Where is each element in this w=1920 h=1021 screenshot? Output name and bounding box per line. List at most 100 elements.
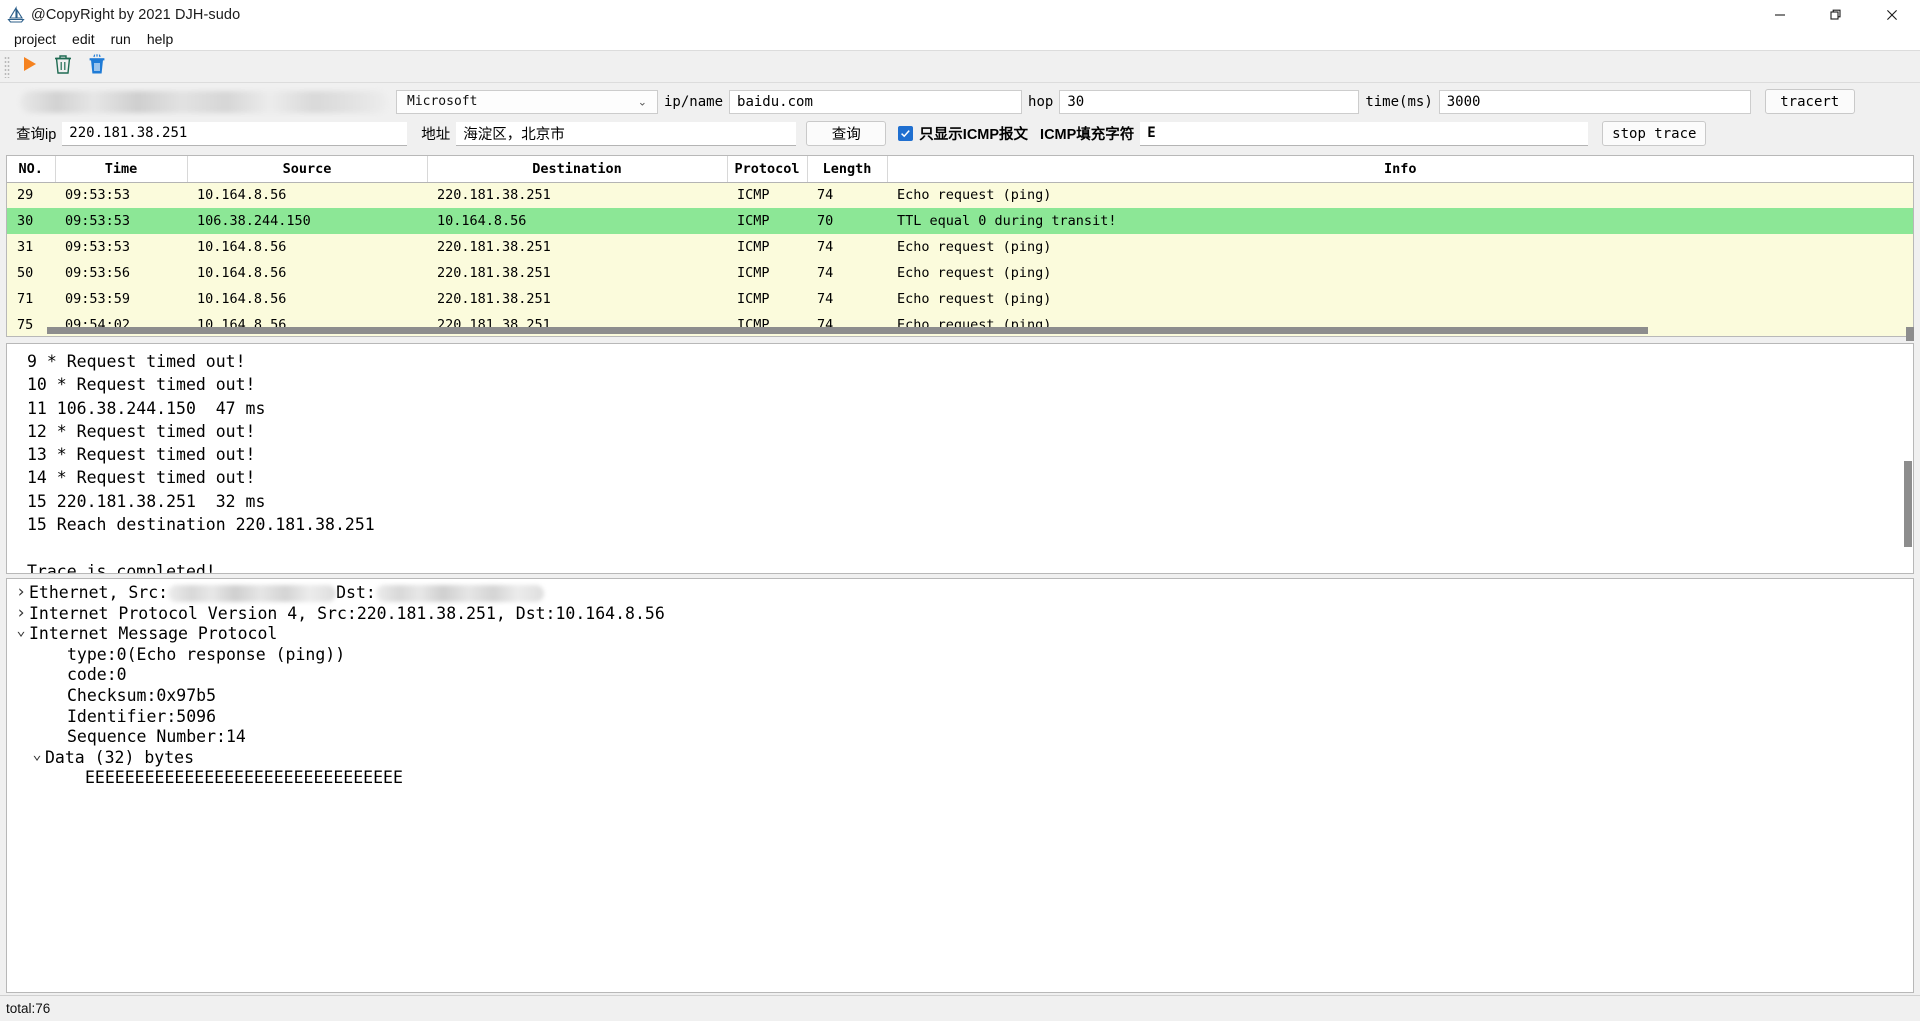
sailboat-icon	[7, 5, 25, 24]
menu-bar: project edit run help	[0, 29, 1920, 50]
protocol-tree-node-label: type:0(Echo response (ping))	[67, 644, 346, 664]
address-input[interactable]: 海淀区，北京市	[456, 121, 797, 146]
table-row[interactable]: 71 09:53:59 10.164.8.56 220.181.38.251 ICMP 7…	[7, 286, 1913, 312]
table-horizontal-scrollbar[interactable]	[47, 327, 1648, 334]
column-header-source[interactable]: Source	[187, 156, 428, 183]
protocol-tree-node[interactable]: Ethernet, Src: Dst:	[13, 583, 1913, 604]
protocol-tree-node[interactable]: code:0	[13, 665, 1913, 686]
cell-source: 106.38.244.150	[187, 208, 427, 234]
chevron-down-icon[interactable]	[29, 747, 45, 770]
window-controls	[1752, 0, 1920, 29]
stop-trace-button[interactable]: stop trace	[1602, 121, 1707, 146]
icmp-fill-input[interactable]: E	[1140, 121, 1589, 146]
checkbox-checked-icon	[898, 126, 914, 141]
table-row[interactable]: 30 09:53:53 106.38.244.150 10.164.8.56 ICMP 7…	[7, 208, 1913, 234]
cell-length: 74	[807, 234, 887, 260]
icmp-only-checkbox[interactable]: 只显示ICMP报文	[886, 123, 1028, 144]
protocol-tree-node[interactable]: Internet Message Protocol	[13, 624, 1913, 645]
column-header-destination[interactable]: Destination	[427, 156, 728, 183]
icmp-fill-label: ICMP填充字符	[1040, 127, 1135, 143]
protocol-tree-node[interactable]: EEEEEEEEEEEEEEEEEEEEEEEEEEEEEEEE	[13, 768, 1913, 789]
protocol-tree-node[interactable]: Data (32) bytes	[13, 748, 1913, 769]
trace-vertical-scrollbar[interactable]	[1904, 461, 1912, 547]
cell-destination: 220.181.38.251	[427, 182, 727, 208]
protocol-tree-node-label: Internet Message Protocol	[29, 624, 278, 644]
protocol-tree-node-label: Data (32) bytes	[45, 747, 195, 767]
form-row-tracert: Microsoft ⌄ ip/name baidu.com hop 30 tim…	[0, 88, 1920, 115]
cell-destination: 220.181.38.251	[427, 260, 727, 286]
cell-info: Echo request (ping)	[887, 286, 1913, 312]
packet-table[interactable]: NO. Time Source Destination Protocol Len…	[6, 155, 1914, 337]
menu-item-run[interactable]: run	[103, 29, 139, 50]
protocol-tree-node[interactable]: Internet Protocol Version 4, Src:220.181…	[13, 604, 1913, 625]
chevron-down-icon[interactable]	[13, 623, 29, 646]
chevron-right-icon[interactable]	[13, 582, 29, 605]
protocol-tree-node[interactable]: Sequence Number:14	[13, 727, 1913, 748]
chevron-down-icon: ⌄	[637, 96, 647, 108]
query-button[interactable]: 查询	[806, 121, 887, 146]
adapter-field-redacted[interactable]	[6, 90, 396, 113]
column-header-protocol[interactable]: Protocol	[727, 156, 808, 183]
cell-destination: 220.181.38.251	[427, 234, 727, 260]
cell-source: 10.164.8.56	[187, 234, 427, 260]
table-row[interactable]: 29 09:53:53 10.164.8.56 220.181.38.251 ICMP 7…	[7, 182, 1913, 208]
src-mac-redacted	[168, 584, 337, 602]
icmp-only-checkbox-label: 只显示ICMP报文	[919, 127, 1029, 143]
menu-item-help[interactable]: help	[139, 29, 181, 50]
protocol-tree-node[interactable]: Checksum:0x97b5	[13, 686, 1913, 707]
cell-info: Echo request (ping)	[887, 182, 1913, 208]
cell-no: 29	[7, 182, 55, 208]
cell-protocol: ICMP	[727, 260, 807, 286]
protocol-tree[interactable]: Ethernet, Src: Dst:Internet Protocol Ver…	[6, 578, 1914, 993]
table-row[interactable]: 50 09:53:56 10.164.8.56 220.181.38.251 ICMP 7…	[7, 260, 1913, 286]
column-header-length[interactable]: Length	[807, 156, 888, 183]
cell-protocol: ICMP	[727, 234, 807, 260]
cell-destination: 220.181.38.251	[427, 286, 727, 312]
packet-list-panel: NO. Time Source Destination Protocol Len…	[0, 151, 1920, 405]
query-ip-input[interactable]: 220.181.38.251	[62, 121, 408, 146]
column-header-info[interactable]: Info	[887, 156, 1913, 183]
maximize-icon[interactable]	[1808, 0, 1864, 29]
delete-button[interactable]	[80, 52, 114, 82]
close-icon[interactable]	[1864, 0, 1920, 29]
table-header-row: NO. Time Source Destination Protocol Len…	[7, 156, 1913, 183]
protocol-tree-node-label: EEEEEEEEEEEEEEEEEEEEEEEEEEEEEEEE	[85, 768, 403, 788]
address-label: 地址	[421, 127, 451, 143]
cell-source: 10.164.8.56	[187, 182, 427, 208]
ethernet-prefix-label: Ethernet, Src:	[29, 583, 169, 602]
cell-length: 74	[807, 286, 887, 312]
hop-input[interactable]: 30	[1059, 89, 1360, 114]
cell-no: 31	[7, 234, 55, 260]
vendor-select[interactable]: Microsoft ⌄	[396, 89, 658, 114]
protocol-tree-node[interactable]: type:0(Echo response (ping))	[13, 645, 1913, 666]
table-row[interactable]: 31 09:53:53 10.164.8.56 220.181.38.251 ICMP 7…	[7, 234, 1913, 260]
tracert-button[interactable]: tracert	[1764, 89, 1855, 114]
cell-destination: 10.164.8.56	[427, 208, 727, 234]
minimize-icon[interactable]	[1752, 0, 1808, 29]
controls-panel: Microsoft ⌄ ip/name baidu.com hop 30 tim…	[0, 83, 1920, 151]
packet-table-body: 29 09:53:53 10.164.8.56 220.181.38.251 ICMP 7…	[7, 182, 1913, 336]
title-bar: @CopyRight by 2021 DJH-sudo	[0, 0, 1920, 29]
cell-source: 10.164.8.56	[187, 286, 427, 312]
toolbar-grip[interactable]	[4, 55, 10, 78]
cell-time: 09:53:56	[55, 260, 187, 286]
menu-item-project[interactable]: project	[6, 29, 64, 50]
trace-output-text[interactable]: 9 * Request timed out! 10 * Request time…	[6, 343, 1914, 574]
cell-length: 74	[807, 260, 887, 286]
cell-time: 09:53:53	[55, 234, 187, 260]
clear-button[interactable]	[46, 52, 80, 82]
cell-protocol: ICMP	[727, 182, 807, 208]
cell-source: 10.164.8.56	[187, 260, 427, 286]
hop-label: hop	[1028, 93, 1054, 110]
protocol-tree-node[interactable]: Identifier:5096	[13, 707, 1913, 728]
column-header-time[interactable]: Time	[55, 156, 188, 183]
protocol-tree-node-label: code:0	[67, 665, 127, 685]
cell-length: 74	[807, 182, 887, 208]
protocol-tree-node-label: Internet Protocol Version 4, Src:220.181…	[29, 603, 665, 623]
menu-item-edit[interactable]: edit	[64, 29, 103, 50]
ipname-input[interactable]: baidu.com	[729, 89, 1023, 114]
run-button[interactable]	[12, 52, 46, 82]
time-input[interactable]: 3000	[1438, 89, 1751, 114]
ethernet-dst-label: Dst:	[336, 583, 376, 602]
column-header-no[interactable]: NO.	[7, 156, 56, 183]
